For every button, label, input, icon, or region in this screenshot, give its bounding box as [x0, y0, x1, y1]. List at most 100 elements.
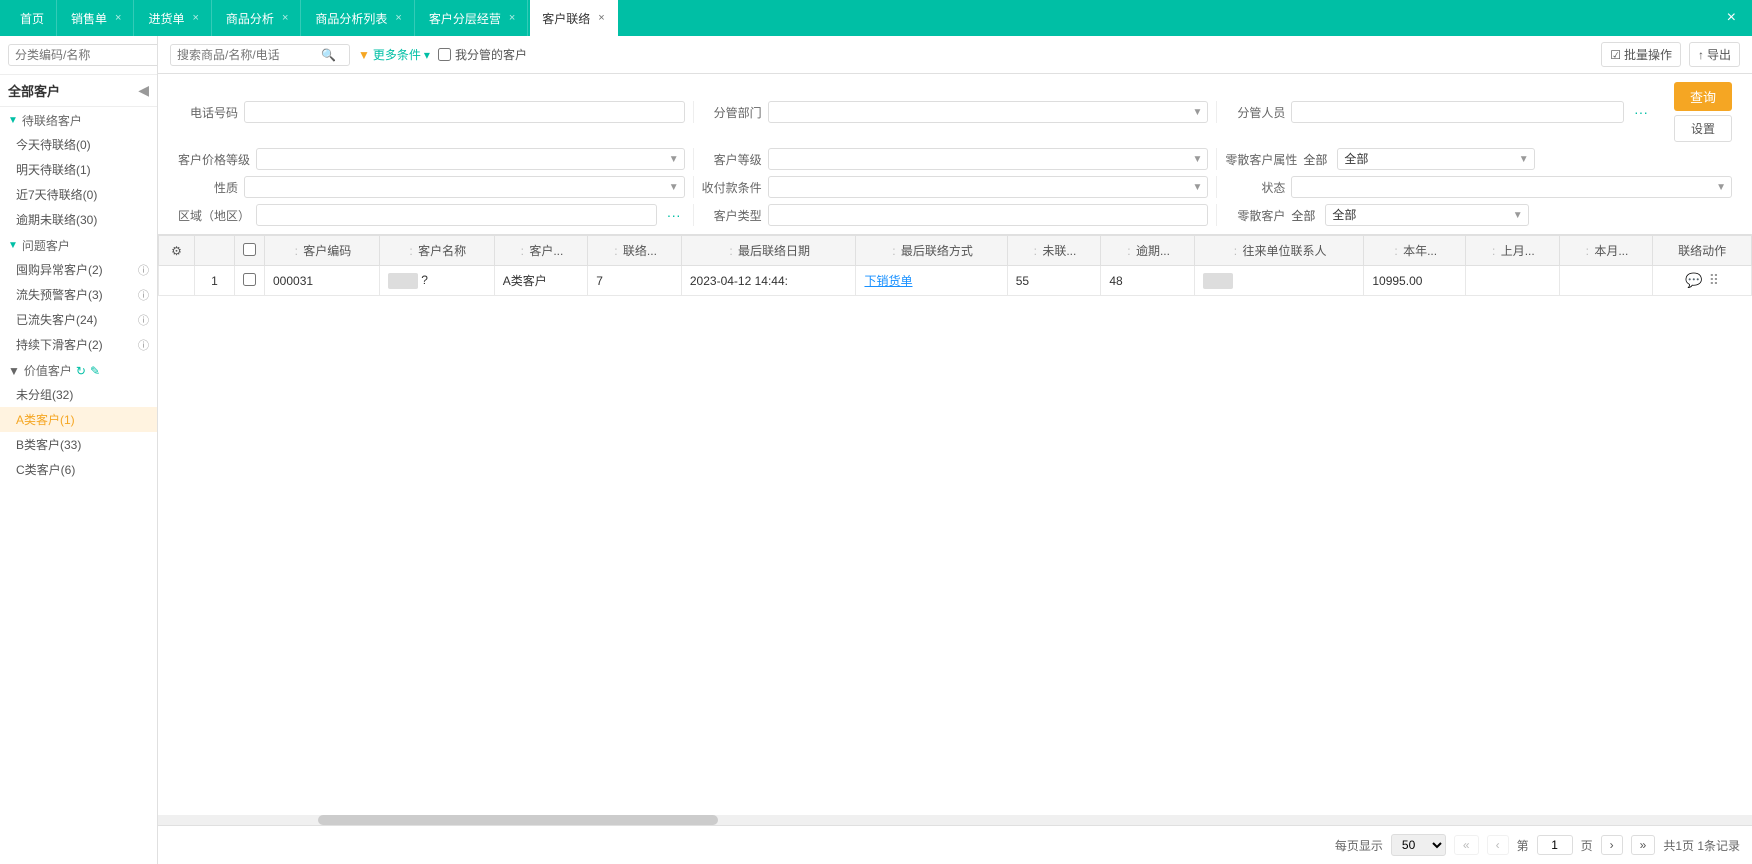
- retail-attr-select[interactable]: 全部: [1337, 148, 1534, 170]
- sidebar-item-lost[interactable]: 已流失客户(24) ⓘ: [0, 307, 157, 332]
- window-close-button[interactable]: ×: [1719, 5, 1744, 31]
- scrollbar-thumb[interactable]: [318, 815, 718, 825]
- row-check-cell[interactable]: [235, 266, 265, 296]
- col-unit-contact-header[interactable]: : 往来单位联系人: [1194, 236, 1363, 266]
- retail-customer-select[interactable]: 全部: [1325, 204, 1528, 226]
- sidebar-item-tomorrow-contact[interactable]: 明天待联络(1): [0, 157, 157, 182]
- status-select[interactable]: [1291, 176, 1732, 198]
- select-all-checkbox[interactable]: [243, 243, 256, 256]
- sidebar-item-7days-contact[interactable]: 近7天待联络(0): [0, 182, 157, 207]
- tab-purchase[interactable]: 进货单 ×: [136, 0, 211, 36]
- price-level-select[interactable]: [256, 148, 685, 170]
- filter-cell-payment: 收付款条件 ▼: [694, 176, 1218, 198]
- tab-goods-analysis-list-close[interactable]: ×: [395, 12, 401, 24]
- col-last-method-header[interactable]: : 最后联络方式: [856, 236, 1007, 266]
- horizontal-scrollbar[interactable]: [158, 815, 1752, 825]
- sidebar-item-class-c[interactable]: C类客户(6): [0, 457, 157, 482]
- edit-value-button[interactable]: ✎: [90, 364, 100, 378]
- qr-icon[interactable]: ⠿: [1709, 272, 1719, 289]
- tab-sales-close[interactable]: ×: [115, 12, 121, 24]
- tab-customer-tier[interactable]: 客户分层经营 ×: [417, 0, 528, 36]
- prev-page-button[interactable]: ‹: [1487, 835, 1509, 855]
- per-page-label: 每页显示: [1335, 837, 1383, 854]
- class-a-label: A类客户(1): [16, 411, 75, 428]
- col-this-month-header[interactable]: : 本月...: [1559, 236, 1653, 266]
- col-last-method-label: 最后联络方式: [901, 244, 973, 258]
- row-last-method[interactable]: 下销货单: [864, 274, 912, 288]
- class-b-label: B类客户(33): [16, 436, 81, 453]
- col-overdue-header[interactable]: : 逾期...: [1101, 236, 1195, 266]
- my-customers-label: 我分管的客户: [455, 46, 527, 63]
- first-page-button[interactable]: «: [1454, 835, 1479, 855]
- row-last-date-cell: 2023-04-12 14:44:: [681, 266, 856, 296]
- sidebar-item-class-b[interactable]: B类客户(33): [0, 432, 157, 457]
- tab-goods-analysis-close[interactable]: ×: [282, 12, 288, 24]
- phone-input[interactable]: [244, 101, 685, 123]
- tab-customer-contact-label: 客户联络: [542, 10, 590, 27]
- filter-more-button[interactable]: ▼ 更多条件 ▾: [358, 46, 430, 63]
- tab-purchase-label: 进货单: [148, 10, 184, 27]
- payment-select[interactable]: [768, 176, 1209, 198]
- my-customers-checkbox-label[interactable]: 我分管的客户: [438, 46, 527, 63]
- row-checkbox[interactable]: [243, 273, 256, 286]
- manager-more-dots[interactable]: ···: [1630, 104, 1652, 120]
- filter-search-icon[interactable]: 🔍: [321, 48, 336, 62]
- col-no-contact-header[interactable]: : 未联...: [1007, 236, 1101, 266]
- my-customers-checkbox[interactable]: [438, 48, 451, 61]
- nature-label: 性质: [178, 179, 238, 196]
- tab-home[interactable]: 首页: [8, 0, 57, 36]
- sidebar-item-declining[interactable]: 持续下滑客户(2) ⓘ: [0, 332, 157, 357]
- sidebar-item-class-a[interactable]: A类客户(1): [0, 407, 157, 432]
- customer-level-select[interactable]: [768, 148, 1209, 170]
- sidebar-item-abnormal[interactable]: 囤购异常客户(2) ⓘ: [0, 257, 157, 282]
- last-page-button[interactable]: »: [1631, 835, 1656, 855]
- sidebar-item-overdue-contact[interactable]: 逾期未联络(30): [0, 207, 157, 232]
- region-more-dots[interactable]: ···: [663, 207, 685, 223]
- settings-button[interactable]: 设置: [1674, 115, 1732, 142]
- tab-purchase-close[interactable]: ×: [192, 12, 198, 24]
- col-this-year-header[interactable]: : 本年...: [1364, 236, 1466, 266]
- region-input[interactable]: [256, 204, 657, 226]
- customer-type-input[interactable]: [768, 204, 1209, 226]
- filter-row-4: 区域（地区） ··· 客户类型 零散客户 全部 全部 ▼: [170, 204, 1740, 226]
- sidebar-search-input[interactable]: [8, 44, 158, 66]
- tab-customer-contact-close[interactable]: ×: [598, 12, 604, 24]
- col-code-header[interactable]: : 客户编码: [265, 236, 380, 266]
- tab-customer-tier-close[interactable]: ×: [509, 12, 515, 24]
- sidebar-item-unclassified[interactable]: 未分组(32): [0, 382, 157, 407]
- sidebar-collapse-button[interactable]: ◀: [138, 82, 149, 99]
- sidebar-item-loss-warning[interactable]: 流失预警客户(3) ⓘ: [0, 282, 157, 307]
- filter-cell-customer-type: 客户类型: [694, 204, 1218, 226]
- tab-customer-contact[interactable]: 客户联络 ×: [530, 0, 617, 36]
- col-contact-header[interactable]: : 联络...: [588, 236, 682, 266]
- 7days-contact-label: 近7天待联络(0): [16, 186, 97, 203]
- col-last-month-header[interactable]: : 上月...: [1466, 236, 1560, 266]
- section-value-triangle: ▼: [8, 364, 20, 378]
- tab-goods-analysis-list[interactable]: 商品分析列表 ×: [303, 0, 414, 36]
- col-type-header[interactable]: : 客户...: [494, 236, 588, 266]
- refresh-value-button[interactable]: ↻: [76, 364, 86, 378]
- col-check-header[interactable]: [235, 236, 265, 266]
- price-level-select-wrapper: ▼: [256, 148, 685, 170]
- tab-sales[interactable]: 销售单 ×: [59, 0, 134, 36]
- dept-select-wrapper: ▼: [768, 101, 1209, 123]
- batch-label: 批量操作: [1624, 46, 1672, 63]
- manager-input[interactable]: [1291, 101, 1624, 123]
- query-button[interactable]: 查询: [1674, 82, 1732, 111]
- col-action-label: 联络动作: [1678, 244, 1726, 258]
- tab-goods-analysis-list-label: 商品分析列表: [315, 10, 387, 27]
- dept-select[interactable]: [768, 101, 1209, 123]
- export-button[interactable]: ↑ 导出: [1689, 42, 1740, 67]
- col-last-date-header[interactable]: : 最后联络日期: [681, 236, 856, 266]
- chat-icon[interactable]: 💬: [1685, 272, 1702, 289]
- nature-select[interactable]: [244, 176, 685, 198]
- page-number-input[interactable]: [1537, 835, 1573, 855]
- per-page-select[interactable]: 50 100 200: [1391, 834, 1446, 856]
- tab-goods-analysis[interactable]: 商品分析 ×: [214, 0, 301, 36]
- next-page-button[interactable]: ›: [1601, 835, 1623, 855]
- batch-operation-button[interactable]: ☑ 批量操作: [1601, 42, 1681, 67]
- col-gear-header[interactable]: ⚙: [159, 236, 195, 266]
- col-name-header[interactable]: : 客户名称: [379, 236, 494, 266]
- filter-search-input[interactable]: [177, 48, 317, 62]
- sidebar-item-today-contact[interactable]: 今天待联络(0): [0, 132, 157, 157]
